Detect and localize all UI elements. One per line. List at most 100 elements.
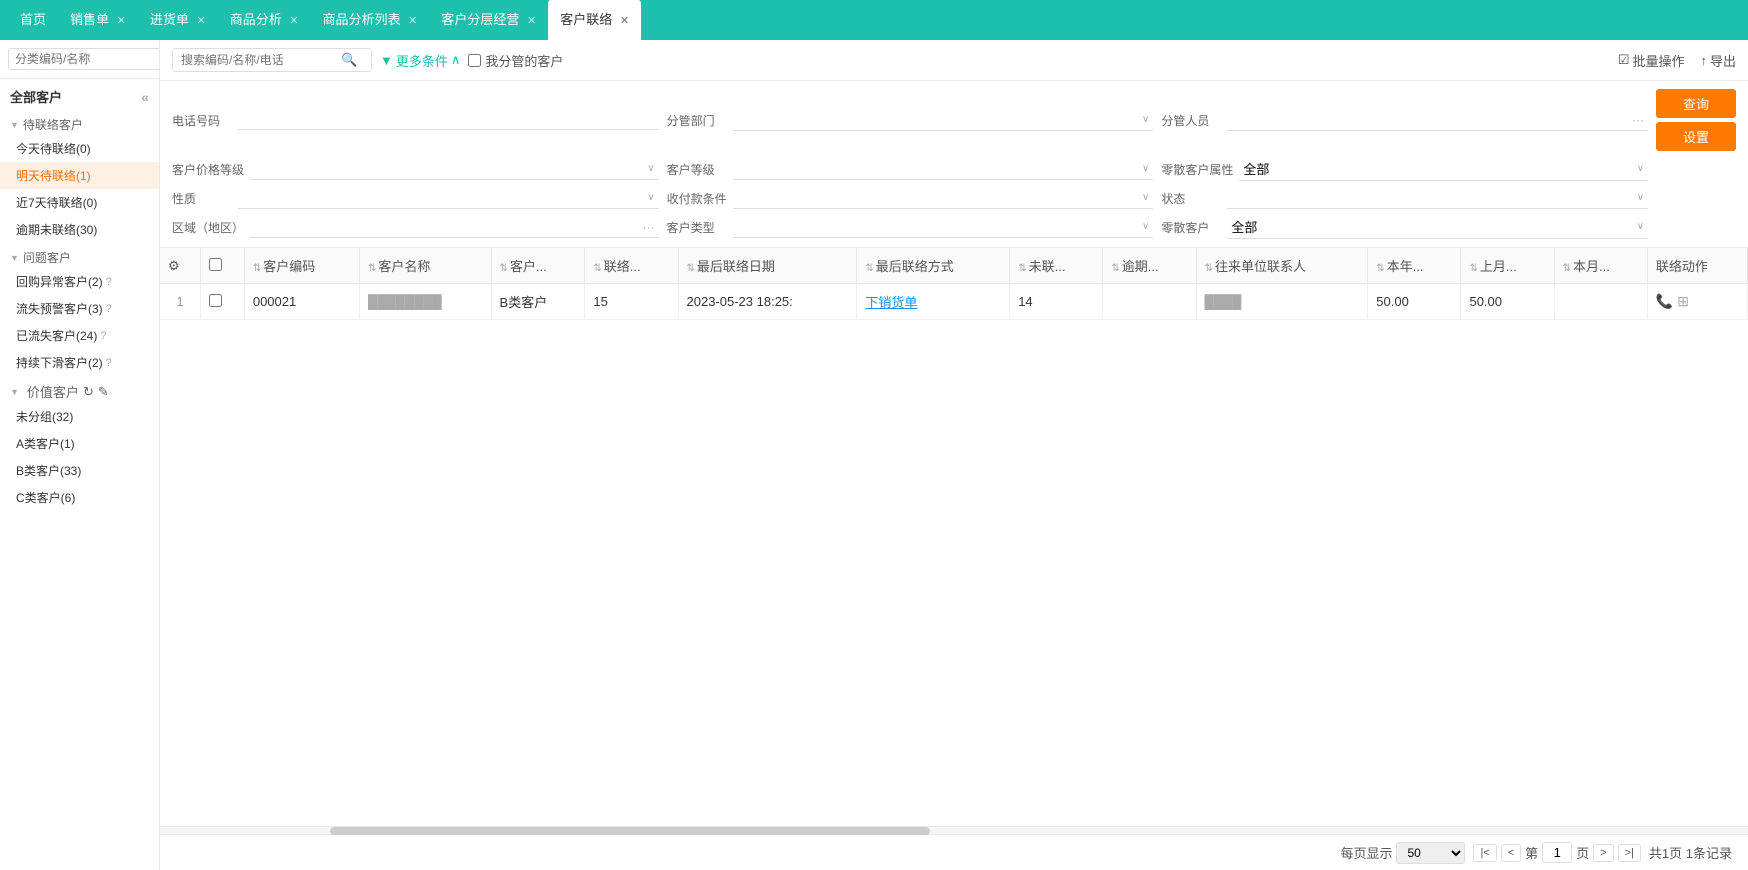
refresh-value-icon[interactable]: ↻ <box>83 384 94 400</box>
person-dots-icon: ··· <box>1632 113 1644 127</box>
col-this-year[interactable]: 本年... <box>1368 248 1461 284</box>
table-row: 1 000021 ████████ B类客户 15 2023-05-23 18:… <box>160 284 1748 320</box>
row-last-month: 50.00 <box>1461 284 1554 320</box>
batch-ops-button[interactable]: ☑ 批量操作 <box>1618 51 1685 70</box>
query-button[interactable]: 查询 <box>1656 89 1736 118</box>
filter-cell-retail-customer: 零散客户 全部 ∨ <box>1161 215 1648 239</box>
price-tier-select[interactable]: ∨ <box>250 158 659 180</box>
settings-button[interactable]: 设置 <box>1656 122 1736 151</box>
more-filters-button[interactable]: ▼ 更多条件 ∧ <box>380 51 460 70</box>
nav-product-analysis-list[interactable]: 商品分析列表 ✕ <box>311 0 430 40</box>
nav-product-analysis[interactable]: 商品分析 ✕ <box>218 0 311 40</box>
sidebar-item-unclassified[interactable]: 未分组(32) <box>0 403 159 430</box>
col-last-contact-method[interactable]: 最后联络方式 <box>857 248 1010 284</box>
region-label: 区域（地区） <box>172 219 244 236</box>
search-submit-icon[interactable]: 🔍 <box>341 52 357 68</box>
sidebar-item-overdue-contact[interactable]: 逾期未联络(30) <box>0 216 159 243</box>
col-code[interactable]: 客户编码 <box>244 248 359 284</box>
retail-attr-label: 零散客户属性 <box>1161 161 1233 178</box>
search-input[interactable] <box>181 53 341 67</box>
dept-select[interactable]: ∨ <box>733 109 1154 131</box>
page-size-select[interactable]: 50 100 200 <box>1396 842 1465 864</box>
payment-label: 收付款条件 <box>667 190 727 207</box>
col-no-contact[interactable]: 未联... <box>1010 248 1103 284</box>
last-contact-method-link[interactable]: 下销货单 <box>865 295 917 310</box>
grid-action-icon[interactable]: ⊞ <box>1677 293 1689 310</box>
phone-input[interactable] <box>238 111 659 130</box>
my-customers-checkbox-area[interactable]: 我分管的客户 <box>468 51 563 70</box>
filter-row-4: 区域（地区） ··· 客户类型 ∨ 零散客户 全部 ∨ <box>172 215 1736 239</box>
nav-sales-order[interactable]: 销售单 ✕ <box>58 0 138 40</box>
prev-page-button[interactable]: < <box>1501 844 1521 862</box>
filter-icon: ▼ <box>380 53 393 68</box>
last-page-button[interactable]: >| <box>1618 844 1641 862</box>
select-all-checkbox[interactable] <box>209 258 222 271</box>
filter-toolbar: 🔍 ▼ 更多条件 ∧ 我分管的客户 ☑ 批量操作 ↑ 导出 <box>160 40 1748 81</box>
close-purchase-order-icon[interactable]: ✕ <box>196 15 205 27</box>
page-number-input[interactable] <box>1542 842 1572 863</box>
sidebar-item-class-b[interactable]: B类客户(33) <box>0 457 159 484</box>
horizontal-scrollbar[interactable] <box>160 826 1748 834</box>
retail-attr-select[interactable]: 全部 ∨ <box>1239 157 1648 181</box>
row-last-contact-date: 2023-05-23 18:25: <box>678 284 857 320</box>
export-button[interactable]: ↑ 导出 <box>1700 51 1736 70</box>
col-name[interactable]: 客户名称 <box>360 248 492 284</box>
col-unit-contact[interactable]: 往来单位联系人 <box>1196 248 1368 284</box>
my-customers-checkbox[interactable] <box>468 54 481 67</box>
col-last-contact-date[interactable]: 最后联络日期 <box>678 248 857 284</box>
current-page-area: 第 页 <box>1525 842 1589 863</box>
row-last-contact-method[interactable]: 下销货单 <box>857 284 1010 320</box>
collapse-icon[interactable]: « <box>141 89 149 105</box>
status-label: 状态 <box>1161 190 1221 207</box>
col-contact[interactable]: 联络... <box>585 248 678 284</box>
person-select[interactable]: ··· <box>1227 109 1648 131</box>
sidebar-item-today-contact[interactable]: 今天待联络(0) <box>0 135 159 162</box>
col-this-month[interactable]: 本月... <box>1554 248 1647 284</box>
retail-customer-select[interactable]: 全部 ∨ <box>1227 215 1648 239</box>
phone-action-icon[interactable]: 📞 <box>1656 293 1673 310</box>
close-customer-tier-icon[interactable]: ✕ <box>527 15 536 27</box>
close-product-analysis-icon[interactable]: ✕ <box>289 15 298 27</box>
region-select[interactable]: ··· <box>250 216 659 238</box>
close-customer-contact-icon[interactable]: ✕ <box>620 15 629 27</box>
close-product-list-icon[interactable]: ✕ <box>408 15 417 27</box>
row-this-year: 50.00 <box>1368 284 1461 320</box>
nature-label: 性质 <box>172 190 232 207</box>
sidebar-item-7days-contact[interactable]: 近7天待联络(0) <box>0 189 159 216</box>
col-settings[interactable]: ⚙ <box>160 248 201 284</box>
sidebar-item-class-a[interactable]: A类客户(1) <box>0 430 159 457</box>
retail-customer-value: 全部 <box>1231 217 1257 236</box>
nav-customer-contact[interactable]: 客户联络 ✕ <box>548 0 641 40</box>
scrollbar-thumb[interactable] <box>330 827 930 835</box>
customer-tier-arrow-icon: ∨ <box>1142 163 1149 174</box>
nav-purchase-order[interactable]: 进货单 ✕ <box>138 0 218 40</box>
sidebar-item-already-lost[interactable]: 已流失客户(24) ? <box>0 322 159 349</box>
sidebar-item-continuous-decline[interactable]: 持续下滑客户(2) ? <box>0 349 159 376</box>
customer-type-label: 客户类型 <box>667 219 727 236</box>
nav-home[interactable]: 首页 <box>8 0 58 40</box>
customer-type-select[interactable]: ∨ <box>733 216 1154 238</box>
nature-select[interactable]: ∨ <box>238 187 659 209</box>
sidebar-search-input[interactable] <box>8 48 160 70</box>
sidebar-item-tomorrow-contact[interactable]: 明天待联络(1) <box>0 162 159 189</box>
payment-select[interactable]: ∨ <box>733 187 1154 209</box>
sidebar-item-repurchase-abnormal[interactable]: 回购异常客户(2) ? <box>0 268 159 295</box>
sidebar-item-lost-risk[interactable]: 流失预警客户(3) ? <box>0 295 159 322</box>
filter-actions: 查询 设置 <box>1656 89 1736 151</box>
edit-value-icon[interactable]: ✎ <box>98 384 109 400</box>
col-last-month[interactable]: 上月... <box>1461 248 1554 284</box>
next-page-button[interactable]: > <box>1593 844 1613 862</box>
help-icon-lost-risk: ? <box>106 303 112 315</box>
first-page-button[interactable]: |< <box>1473 844 1496 862</box>
row-checkbox[interactable] <box>209 294 222 307</box>
col-overdue[interactable]: 逾期... <box>1103 248 1196 284</box>
nav-customer-tier[interactable]: 客户分层经营 ✕ <box>429 0 548 40</box>
sidebar-item-class-c[interactable]: C类客户(6) <box>0 484 159 511</box>
close-sales-order-icon[interactable]: ✕ <box>117 15 126 27</box>
export-icon: ↑ <box>1700 53 1707 68</box>
retail-customer-arrow-icon: ∨ <box>1637 221 1644 232</box>
row-overdue <box>1103 284 1196 320</box>
col-type[interactable]: 客户... <box>491 248 585 284</box>
customer-tier-select[interactable]: ∨ <box>733 158 1154 180</box>
status-select[interactable]: ∨ <box>1227 187 1648 209</box>
